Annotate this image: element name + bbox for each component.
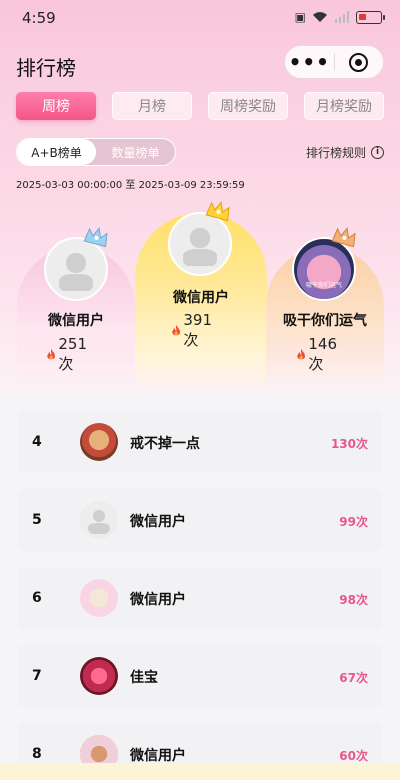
count: 67次 — [339, 671, 368, 685]
user-name: 微信用户 — [130, 592, 186, 608]
fire-icon — [47, 348, 55, 360]
status-bar: 4:59 ▣ — [0, 0, 400, 36]
podium-second-count-value: 251次 — [58, 335, 87, 373]
rules-label: 排行榜规则 — [305, 146, 366, 160]
status-time: 4:59 — [22, 9, 56, 27]
rank-number: 4 — [32, 434, 42, 450]
podium-first-count: 391次 — [171, 311, 216, 350]
status-icons: ▣ — [294, 10, 385, 24]
tab-monthly[interactable]: 月榜 — [112, 92, 192, 120]
rank-number: 8 — [32, 746, 42, 762]
toggle-quantity-list[interactable]: 数量榜单 — [96, 139, 175, 165]
info-icon: i — [371, 146, 384, 159]
avatar-caption: 吸干你们运气 — [305, 282, 342, 289]
avatar — [80, 501, 118, 539]
target-icon — [349, 52, 369, 72]
period-tabs: 周榜 月榜 周榜奖励 月榜奖励 — [16, 92, 384, 120]
count: 60次 — [339, 749, 368, 763]
tab-weekly[interactable]: 周榜 — [16, 92, 96, 120]
list-item[interactable]: 4 戒不掉一点 130次 — [18, 411, 382, 473]
user-name: 戒不掉一点 — [130, 436, 200, 452]
toggle-ab-list[interactable]: A+B榜单 — [17, 139, 96, 165]
count: 99次 — [339, 515, 368, 529]
list-item[interactable]: 7 佳宝 67次 — [18, 645, 382, 707]
podium-third-name: 吸干你们运气 — [283, 313, 367, 329]
tab-monthly-rewards[interactable]: 月榜奖励 — [304, 92, 384, 120]
date-range: 2025-03-03 00:00:00 至 2025-03-09 23:59:5… — [16, 180, 245, 191]
user-name: 微信用户 — [130, 748, 186, 764]
podium-first-name: 微信用户 — [173, 290, 229, 306]
tab-weekly-rewards[interactable]: 周榜奖励 — [208, 92, 288, 120]
close-button[interactable] — [334, 52, 383, 72]
rank-number: 7 — [32, 668, 42, 684]
list-type-toggle: A+B榜单 数量榜单 — [16, 138, 176, 166]
count: 98次 — [339, 593, 368, 607]
nfc-icon: ▣ — [294, 10, 306, 24]
podium-second-name: 微信用户 — [48, 313, 104, 329]
rank-number: 5 — [32, 512, 42, 528]
podium-third-count-value: 146次 — [308, 335, 337, 373]
fire-icon — [297, 348, 305, 360]
avatar — [80, 657, 118, 695]
rank-number: 6 — [32, 590, 42, 606]
fire-icon — [172, 324, 180, 336]
user-name: 佳宝 — [130, 670, 158, 686]
bottom-bar — [0, 763, 400, 780]
podium-first-count-value: 391次 — [183, 311, 212, 349]
more-button[interactable]: ••• — [285, 52, 334, 72]
list-item[interactable]: 5 微信用户 99次 — [18, 489, 382, 551]
avatar — [168, 212, 232, 276]
count: 130次 — [330, 437, 368, 451]
wifi-icon — [313, 12, 327, 22]
list-item[interactable]: 6 微信用户 98次 — [18, 567, 382, 629]
signal-icon — [335, 11, 349, 23]
podium-second-count: 251次 — [46, 335, 91, 374]
rules-link[interactable]: 排行榜规则 i — [306, 144, 384, 161]
page-title: 排行榜 — [16, 56, 76, 80]
user-name: 微信用户 — [130, 514, 186, 530]
battery-icon — [356, 10, 385, 24]
miniprogram-capsule: ••• — [284, 45, 384, 79]
podium-third-count: 146次 — [296, 335, 341, 374]
avatar — [80, 423, 118, 461]
avatar — [80, 579, 118, 617]
